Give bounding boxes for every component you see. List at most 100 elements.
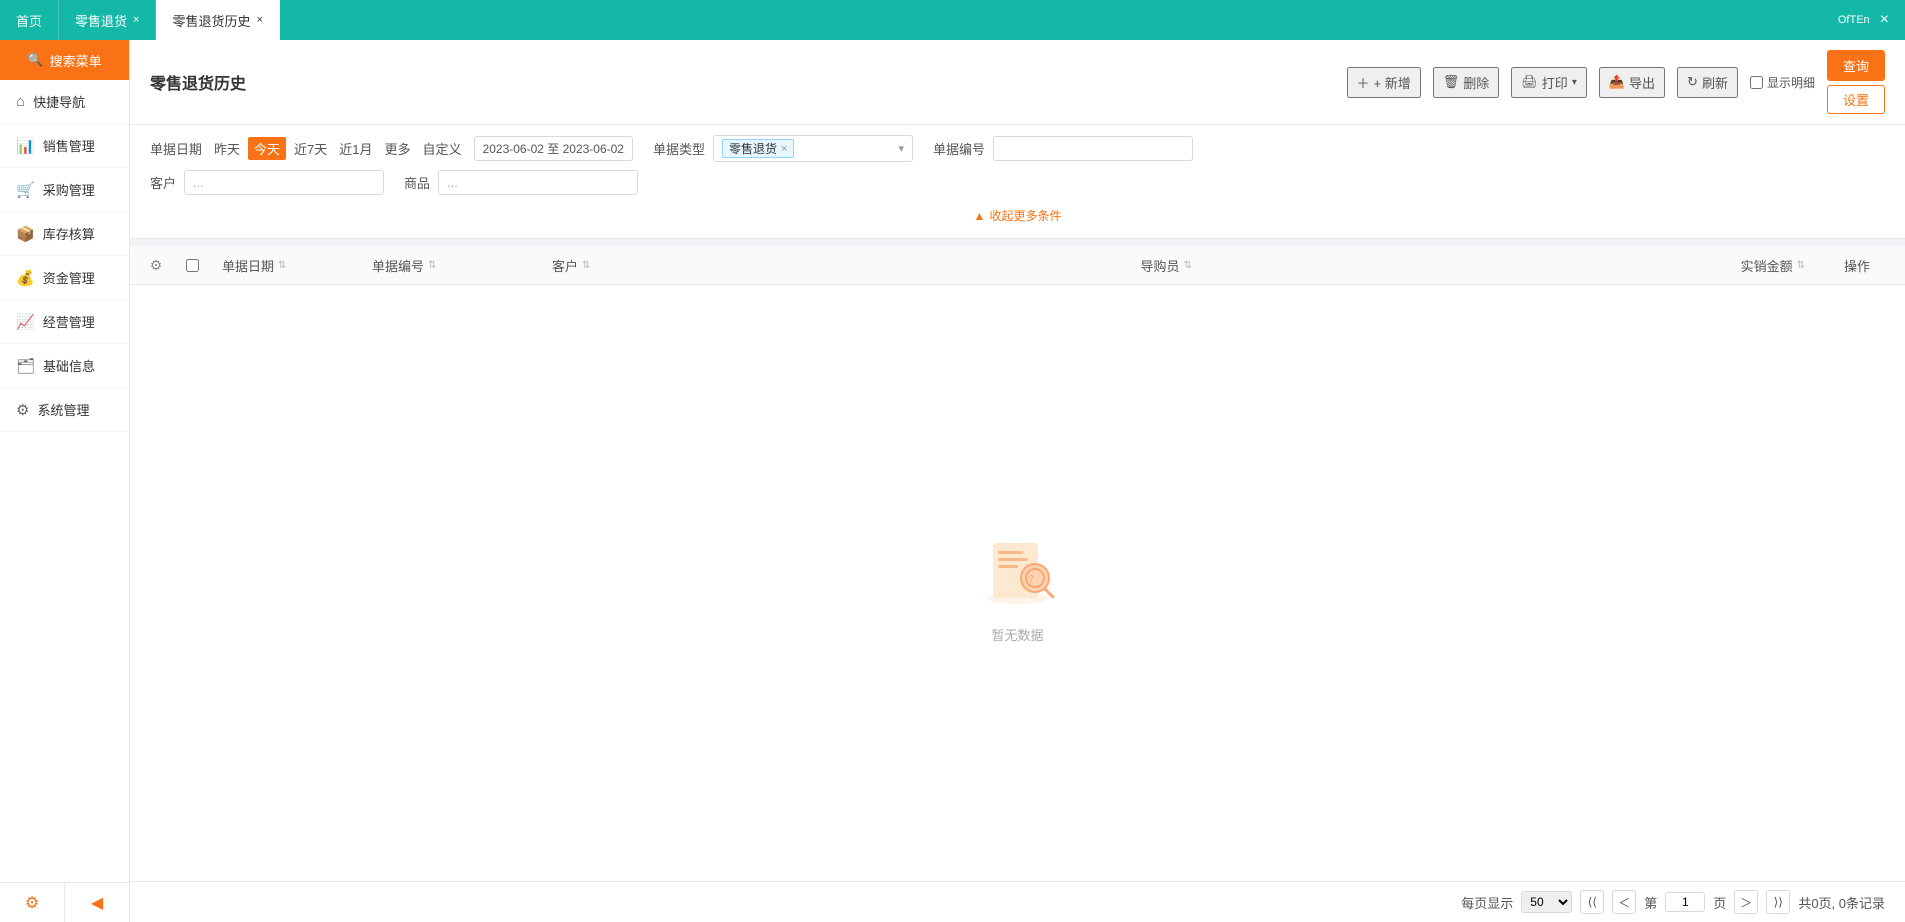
query-button[interactable]: 查询: [1827, 50, 1885, 81]
collapse-up-icon: ▲: [974, 209, 986, 223]
sort-date-button[interactable]: 单据日期: [222, 256, 274, 275]
add-button[interactable]: ＋ + 新增: [1347, 67, 1421, 98]
sidebar-label-basic-info: 基础信息: [43, 356, 95, 375]
sidebar-settings-button[interactable]: ⚙: [0, 883, 65, 922]
export-button[interactable]: 📤 导出: [1599, 67, 1665, 98]
sidebar-label-system: 系统管理: [37, 400, 89, 419]
collapse-icon: ◀: [91, 893, 103, 913]
page-title: 零售退货历史: [150, 70, 246, 94]
empty-state: ? 暂无数据: [130, 285, 1905, 881]
gear-icon: ⚙: [25, 893, 39, 913]
next-page-button[interactable]: ＞: [1734, 890, 1758, 914]
empty-text: 暂无数据: [991, 625, 1043, 644]
goods-input[interactable]: ...: [438, 170, 638, 195]
print-icon: 🖨: [1521, 74, 1538, 90]
sort-date-icon: ⇅: [278, 260, 286, 271]
refresh-button[interactable]: ↻ 刷新: [1677, 67, 1738, 98]
refresh-icon: ↻: [1687, 74, 1698, 90]
date-options: 昨天 今天 近7天 近1月 更多 自定义: [210, 137, 466, 160]
tab-retail-return-history[interactable]: 零售退货历史 ×: [156, 0, 279, 40]
sidebar-item-quicknav[interactable]: ⌂ 快捷导航: [0, 80, 129, 124]
print-chevron-icon: ▾: [1572, 77, 1577, 88]
tab-home[interactable]: 首页: [0, 0, 59, 40]
collapse-button[interactable]: ▲ 收起更多条件: [974, 203, 1062, 228]
voucher-input[interactable]: [993, 136, 1193, 161]
svg-text:?: ?: [1028, 574, 1034, 585]
column-settings-button[interactable]: ⚙: [138, 257, 174, 274]
th-guide: 导购员 ⇅: [1129, 248, 1718, 283]
show-detail-checkbox[interactable]: 显示明细: [1750, 74, 1815, 91]
sort-voucher-icon: ⇅: [428, 260, 436, 271]
sidebar-item-system[interactable]: ⚙ 系统管理: [0, 388, 129, 432]
sort-amount-button[interactable]: 实销金额: [1741, 256, 1793, 275]
customer-filter-label: 客户: [150, 173, 176, 192]
type-chevron-icon: ▾: [898, 142, 904, 155]
tab-close-retail-return-history[interactable]: ×: [256, 14, 262, 26]
sort-amount-icon: ⇅: [1797, 260, 1805, 271]
system-icon: ⚙: [16, 401, 29, 419]
total-label: 共0页, 0条记录: [1798, 893, 1885, 912]
th-voucher: 单据编号 ⇅: [360, 248, 540, 283]
date-opt-7days[interactable]: 近7天: [290, 137, 331, 160]
date-range-input[interactable]: 2023-06-02 至 2023-06-02: [474, 136, 633, 161]
sidebar-label-purchase: 采购管理: [43, 180, 95, 199]
sidebar-label-inventory: 库存核算: [43, 224, 95, 243]
goods-filter-label: 商品: [404, 173, 430, 192]
type-tag-close[interactable]: ×: [781, 143, 787, 155]
per-page-select[interactable]: 20 50 100: [1521, 891, 1572, 913]
date-filter: 单据日期 昨天 今天 近7天 近1月 更多 自定义 2023-06-02 至 2…: [150, 136, 633, 161]
pagination: 每页显示 20 50 100 ⟨⟨ ＜ 第 1 页 ＞ ⟩⟩ 共0页, 0条记录: [130, 881, 1905, 922]
customer-filter: 客户 ...: [150, 170, 384, 195]
sidebar: 🔍 搜索菜单 ⌂ 快捷导航 📊 销售管理 🛒 采购管理 📦 库存核算 💰 资金管…: [0, 40, 130, 922]
page-number-input[interactable]: 1: [1665, 892, 1705, 912]
date-opt-today[interactable]: 今天: [248, 137, 286, 160]
top-bar-right: OfTEn ×: [1838, 11, 1905, 29]
prev-page-button[interactable]: ＜: [1612, 890, 1636, 914]
collapse-row: ▲ 收起更多条件: [150, 203, 1885, 228]
sidebar-item-finance[interactable]: 💰 资金管理: [0, 256, 129, 300]
sidebar-item-basic-info[interactable]: 🗂 基础信息: [0, 344, 129, 388]
type-select[interactable]: 零售退货 × ▾: [713, 135, 913, 162]
settings-button[interactable]: 设置: [1827, 85, 1885, 114]
basic-info-icon: 🗂: [16, 357, 35, 375]
operations-icon: 📈: [16, 313, 35, 331]
date-opt-custom[interactable]: 自定义: [419, 137, 466, 160]
sidebar-search[interactable]: 🔍 搜索菜单: [0, 40, 129, 80]
sort-guide-icon: ⇅: [1184, 260, 1192, 271]
date-filter-label: 单据日期: [150, 139, 202, 158]
sidebar-label-quicknav: 快捷导航: [33, 92, 85, 111]
sort-voucher-button[interactable]: 单据编号: [372, 256, 424, 275]
filter-row-1: 单据日期 昨天 今天 近7天 近1月 更多 自定义 2023-06-02 至 2…: [150, 135, 1885, 162]
sidebar-item-operations[interactable]: 📈 经营管理: [0, 300, 129, 344]
select-all-checkbox[interactable]: [174, 259, 210, 272]
delete-icon: 🗑: [1443, 74, 1460, 90]
sidebar-search-label: 搜索菜单: [50, 51, 102, 70]
sidebar-item-sales[interactable]: 📊 销售管理: [0, 124, 129, 168]
voucher-filter-label: 单据编号: [933, 139, 985, 158]
sidebar-item-purchase[interactable]: 🛒 采购管理: [0, 168, 129, 212]
filter-area: 单据日期 昨天 今天 近7天 近1月 更多 自定义 2023-06-02 至 2…: [130, 125, 1905, 239]
sidebar-item-inventory[interactable]: 📦 库存核算: [0, 212, 129, 256]
tab-close-retail-return[interactable]: ×: [133, 14, 139, 26]
close-window-button[interactable]: ×: [1880, 11, 1889, 29]
delete-button[interactable]: 🗑 删除: [1433, 67, 1500, 98]
show-detail-input[interactable]: [1750, 76, 1763, 89]
finance-icon: 💰: [16, 269, 35, 287]
sort-customer-button[interactable]: 客户: [552, 256, 578, 275]
print-button[interactable]: 🖨 打印 ▾: [1511, 67, 1587, 98]
goods-filter: 商品 ...: [404, 170, 638, 195]
sort-guide-button[interactable]: 导购员: [1141, 256, 1180, 275]
sidebar-collapse-button[interactable]: ◀: [65, 883, 129, 922]
date-opt-yesterday[interactable]: 昨天: [210, 137, 244, 160]
tab-retail-return[interactable]: 零售退货 ×: [59, 0, 156, 40]
date-opt-1month[interactable]: 近1月: [335, 137, 376, 160]
export-icon: 📤: [1609, 74, 1625, 90]
first-page-button[interactable]: ⟨⟨: [1580, 890, 1604, 914]
sidebar-label-operations: 经营管理: [43, 312, 95, 331]
date-opt-more[interactable]: 更多: [381, 137, 415, 160]
customer-input[interactable]: ...: [184, 170, 384, 195]
type-tag: 零售退货 ×: [722, 139, 794, 158]
main-content: 零售退货历史 ＋ + 新增 🗑 删除 🖨 打印 ▾ 📤 导出: [130, 40, 1905, 922]
last-page-button[interactable]: ⟩⟩: [1766, 890, 1790, 914]
page-header: 零售退货历史 ＋ + 新增 🗑 删除 🖨 打印 ▾ 📤 导出: [130, 40, 1905, 125]
